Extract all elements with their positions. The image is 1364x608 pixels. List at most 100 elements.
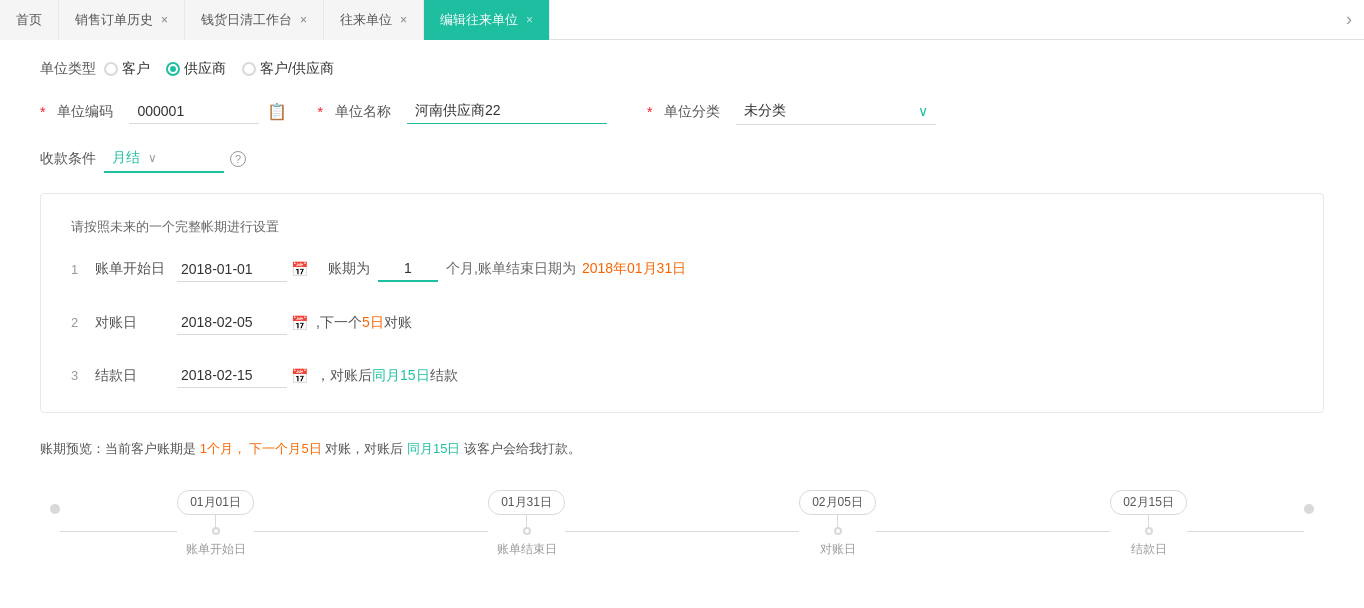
radio-customer[interactable]: 客户	[104, 60, 150, 78]
start-date-calendar-icon[interactable]: 📅	[291, 261, 308, 277]
node-2-label-box: 01月31日	[488, 490, 565, 515]
preview-text: 账期预览：当前客户账期是 1个月， 下一个月5日 对账，对账后 同月15日 该客…	[40, 437, 1324, 460]
start-date-input[interactable]	[177, 257, 287, 282]
timeline-node-1: 01月01日 账单开始日	[177, 490, 254, 558]
radio-both-label: 客户/供应商	[260, 60, 334, 78]
settings-card: 请按照未来的一个完整帐期进行设置 1 账单开始日 📅 账期为 个月,账单结束日期…	[40, 193, 1324, 413]
payment-date-input[interactable]	[177, 363, 287, 388]
preview-section: 账期预览：当前客户账期是 1个月， 下一个月5日 对账，对账后 同月15日 该客…	[40, 437, 1324, 558]
node-1-vline	[215, 515, 216, 527]
row-2-label: 对账日	[95, 314, 165, 332]
setting-row-2: 2 对账日 📅 ,下一个 5日 对账	[71, 310, 1293, 335]
unit-name-group: * 单位名称	[317, 99, 606, 124]
period-label: 账期为	[328, 260, 370, 278]
timeline-segment-4: 02月15日 结款日	[993, 490, 1304, 558]
copy-icon[interactable]: 📋	[267, 102, 287, 121]
timeline: 01月01日 账单开始日 01月31日 账单结束日	[40, 490, 1324, 558]
preview-suffix: 该客户会给我打款。	[464, 441, 581, 456]
node-1-label-box: 01月01日	[177, 490, 254, 515]
tab-close-edit-partner[interactable]: ×	[526, 13, 533, 27]
tab-sales-history[interactable]: 销售订单历史 ×	[59, 0, 185, 40]
unit-code-input[interactable]	[129, 99, 259, 124]
tab-home[interactable]: 首页	[0, 0, 59, 40]
preview-part2: 下一个月5日	[249, 441, 321, 456]
tab-close-cash-work[interactable]: ×	[300, 13, 307, 27]
reconcile-date-input[interactable]	[177, 310, 287, 335]
line-4b	[1187, 531, 1304, 532]
preview-part1: 1个月，	[200, 441, 246, 456]
unit-code-star: *	[40, 104, 45, 120]
node-2-date: 01月31日	[501, 495, 552, 509]
line-3b	[876, 531, 993, 532]
row-2-note-suffix: 对账	[384, 314, 412, 332]
timeline-segment-1: 01月01日 账单开始日	[60, 490, 371, 558]
node-3-text: 对账日	[820, 541, 856, 558]
setting-row-3: 3 结款日 📅 ，对账后 同月15日 结款	[71, 363, 1293, 388]
unit-info-row: * 单位编码 📋 * 单位名称 * 单位分类 未分类 ∨	[40, 98, 1324, 125]
payment-cond-row: 收款条件 月结 ∨ ?	[40, 145, 1324, 173]
line-4	[993, 531, 1110, 532]
payment-cond-value: 月结	[104, 145, 148, 171]
timeline-start-dot	[50, 504, 60, 514]
payment-cond-label: 收款条件	[40, 150, 96, 168]
node-4-dot	[1145, 527, 1153, 535]
payment-cond-arrow-icon: ∨	[148, 151, 157, 165]
line-1	[60, 531, 177, 532]
radio-supplier[interactable]: 供应商	[166, 60, 226, 78]
reconcile-date-calendar-icon[interactable]: 📅	[291, 315, 308, 331]
timeline-start	[50, 504, 60, 514]
line-2b	[565, 531, 682, 532]
row-num-3: 3	[71, 368, 95, 383]
row-3-note-prefix: ，对账后	[316, 367, 372, 385]
unit-cat-group: * 单位分类 未分类 ∨	[647, 98, 936, 125]
radio-both[interactable]: 客户/供应商	[242, 60, 334, 78]
preview-prefix: 账期预览：当前客户账期是	[40, 441, 196, 456]
timeline-end-dot	[1304, 504, 1314, 514]
timeline-end	[1304, 504, 1314, 514]
row-num-2: 2	[71, 315, 95, 330]
timeline-segment-2: 01月31日 账单结束日	[371, 490, 682, 558]
node-4-label-box: 02月15日	[1110, 490, 1187, 515]
preview-part3: 同月15日	[407, 441, 460, 456]
unit-cat-arrow-icon: ∨	[918, 103, 928, 119]
node-1-dot	[212, 527, 220, 535]
payment-help-icon[interactable]: ?	[230, 151, 246, 167]
unit-cat-select[interactable]: 未分类 ∨	[736, 98, 936, 125]
unit-code-group: * 单位编码 📋	[40, 99, 287, 124]
timeline-node-4: 02月15日 结款日	[1110, 490, 1187, 558]
setting-row-1: 1 账单开始日 📅 账期为 个月,账单结束日期为 2018年01月31日	[71, 256, 1293, 282]
node-2-text: 账单结束日	[497, 541, 557, 558]
main-content: 单位类型 客户 供应商 客户/供应商 * 单位编码 📋 *	[0, 40, 1364, 608]
node-4-text: 结款日	[1131, 541, 1167, 558]
tab-more-button[interactable]: ›	[1334, 9, 1364, 30]
unit-code-label: 单位编码	[57, 103, 113, 121]
row-2-note-highlight: 5日	[362, 314, 384, 332]
tab-close-partners[interactable]: ×	[400, 13, 407, 27]
card-title: 请按照未来的一个完整帐期进行设置	[71, 218, 1293, 236]
node-3-vline	[837, 515, 838, 527]
payment-cond-select[interactable]: 月结 ∨	[104, 145, 224, 173]
node-3-dot	[834, 527, 842, 535]
timeline-segment-3: 02月05日 对账日	[682, 490, 993, 558]
preview-middle: 对账，对账后	[325, 441, 403, 456]
tab-close-sales-history[interactable]: ×	[161, 13, 168, 27]
unit-type-row: 单位类型 客户 供应商 客户/供应商	[40, 60, 1324, 78]
radio-supplier-label: 供应商	[184, 60, 226, 78]
node-3-date: 02月05日	[812, 495, 863, 509]
node-1-date: 01月01日	[190, 495, 241, 509]
unit-cat-star: *	[647, 104, 652, 120]
unit-name-input[interactable]	[407, 99, 607, 124]
tab-edit-partner[interactable]: 编辑往来单位 ×	[424, 0, 550, 40]
radio-customer-circle	[104, 62, 118, 76]
row-2-note-prefix: ,下一个	[316, 314, 362, 332]
period-value-input[interactable]	[378, 256, 438, 282]
line-1b	[254, 531, 371, 532]
unit-name-star: *	[317, 104, 322, 120]
row-1-label: 账单开始日	[95, 260, 165, 278]
row-3-note-suffix: 结款	[430, 367, 458, 385]
tab-partners[interactable]: 往来单位 ×	[324, 0, 424, 40]
tab-cash-work[interactable]: 钱货日清工作台 ×	[185, 0, 324, 40]
line-2	[371, 531, 488, 532]
payment-date-calendar-icon[interactable]: 📅	[291, 368, 308, 384]
period-unit: 个月,账单结束日期为	[446, 260, 576, 278]
